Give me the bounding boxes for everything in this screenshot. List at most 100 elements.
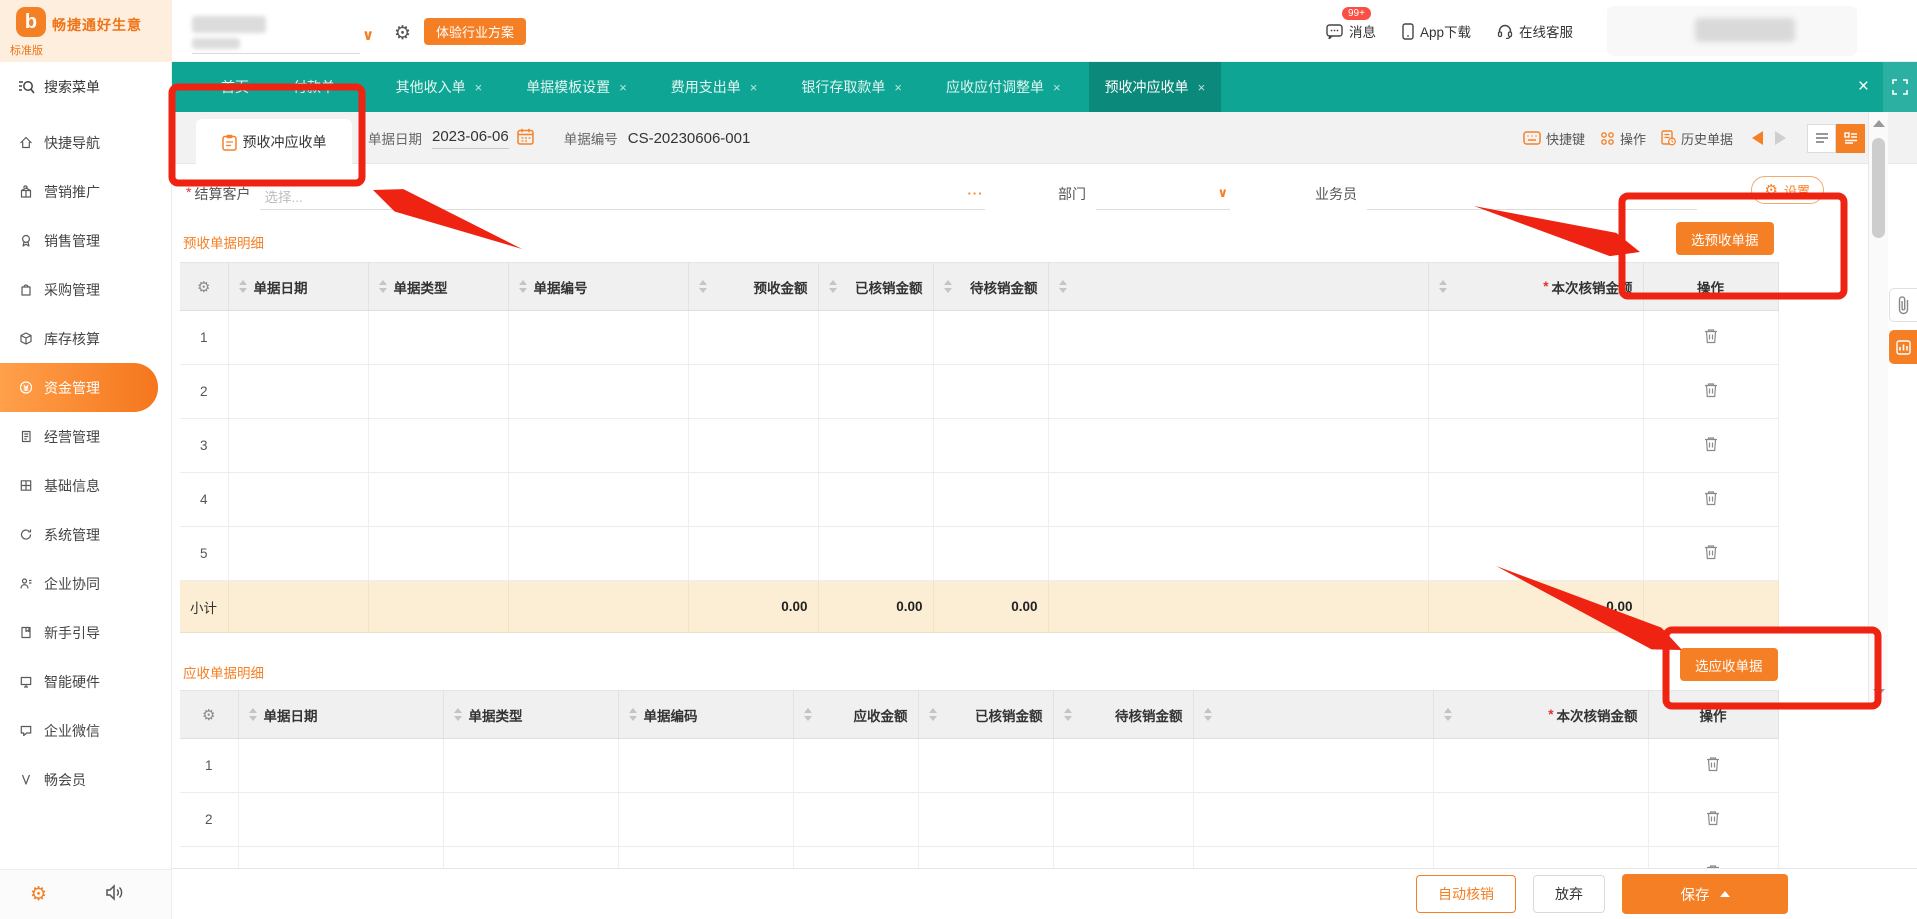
empty-cell-type[interactable] bbox=[368, 526, 509, 581]
account-dropdown-chevron-icon[interactable]: ∨ bbox=[362, 26, 374, 44]
empty-cell-pending[interactable] bbox=[933, 526, 1049, 581]
save-button[interactable]: 保存 bbox=[1622, 874, 1788, 914]
close-all-tabs-icon[interactable]: × bbox=[1858, 76, 1869, 98]
empty-cell-type[interactable] bbox=[443, 792, 619, 847]
empty-cell-date[interactable] bbox=[228, 472, 369, 527]
shortcut-keys-button[interactable]: 快捷键 bbox=[1523, 129, 1585, 148]
select-prepay-docs-button[interactable]: 选预收单据 bbox=[1676, 222, 1774, 255]
department-chevron-down-icon[interactable]: ∨ bbox=[1217, 185, 1228, 201]
sidebar-item-畅会员[interactable]: 畅会员 bbox=[0, 755, 171, 804]
scrollbar-thumb[interactable] bbox=[1872, 138, 1885, 238]
empty-cell-current[interactable] bbox=[1428, 526, 1644, 581]
sidebar-item-营销推广[interactable]: 营销推广 bbox=[0, 167, 171, 216]
empty-cell-type[interactable] bbox=[368, 310, 509, 365]
empty-cell-no[interactable] bbox=[618, 846, 794, 868]
top-settings-gear-icon[interactable]: ⚙ bbox=[394, 22, 411, 45]
empty-cell-current[interactable] bbox=[1428, 310, 1644, 365]
empty-cell-type[interactable] bbox=[368, 472, 509, 527]
empty-cell-date[interactable] bbox=[238, 792, 444, 847]
row-actions-cell[interactable] bbox=[1643, 364, 1779, 419]
column-header-gear[interactable]: ⚙ bbox=[180, 262, 229, 311]
tab-预收冲应收单[interactable]: 预收冲应收单 × bbox=[1088, 62, 1222, 112]
empty-cell-current[interactable] bbox=[1433, 738, 1649, 793]
sidebar-item-库存核算[interactable]: 库存核算 bbox=[0, 314, 171, 363]
empty-cell-amount[interactable] bbox=[793, 846, 919, 868]
row-actions-cell[interactable] bbox=[1648, 738, 1779, 793]
customer-picker-ellipsis-icon[interactable]: ··· bbox=[967, 186, 983, 201]
empty-cell-date[interactable] bbox=[228, 364, 369, 419]
empty-cell-pending[interactable] bbox=[933, 310, 1049, 365]
empty-cell-blank[interactable] bbox=[1193, 792, 1434, 847]
column-header-已核销金额[interactable]: 已核销金额 bbox=[818, 262, 934, 311]
discard-button[interactable]: 放弃 bbox=[1533, 875, 1605, 913]
empty-cell-written[interactable] bbox=[818, 472, 934, 527]
empty-cell-current[interactable] bbox=[1433, 792, 1649, 847]
detail-view-toggle[interactable] bbox=[1836, 123, 1865, 153]
sort-arrows-icon[interactable] bbox=[698, 280, 707, 293]
tab-close-icon[interactable]: × bbox=[750, 80, 758, 95]
empty-cell-written[interactable] bbox=[918, 792, 1054, 847]
sidebar-item-经营管理[interactable]: 经营管理 bbox=[0, 412, 171, 461]
scroll-down-arrow[interactable] bbox=[1873, 689, 1885, 696]
empty-cell-no[interactable] bbox=[508, 364, 689, 419]
tab-付款单[interactable]: 付款单 × bbox=[277, 62, 368, 112]
sort-arrows-icon[interactable] bbox=[1063, 708, 1072, 721]
tab-单据模板设置[interactable]: 单据模板设置 × bbox=[510, 62, 643, 112]
delete-row-trash-icon[interactable] bbox=[1706, 810, 1720, 826]
empty-cell-date[interactable] bbox=[238, 738, 444, 793]
doc-date-value[interactable]: 2023-06-06 bbox=[432, 128, 509, 149]
salesman-input[interactable]: ··· bbox=[1367, 184, 1697, 210]
sort-arrows-icon[interactable] bbox=[628, 708, 637, 721]
messages-item[interactable]: 消息 99+ bbox=[1326, 7, 1376, 41]
column-header-已核销金额[interactable]: 已核销金额 bbox=[918, 690, 1054, 739]
empty-cell-no[interactable] bbox=[508, 526, 689, 581]
trial-plan-button[interactable]: 体验行业方案 bbox=[424, 18, 527, 45]
sidebar-item-企业微信[interactable]: 企业微信 bbox=[0, 706, 171, 755]
delete-row-trash-icon[interactable] bbox=[1704, 436, 1718, 452]
tab-银行存取款单[interactable]: 银行存取款单 × bbox=[785, 62, 918, 112]
column-header-单据类型[interactable]: 单据类型 bbox=[368, 262, 509, 311]
row-actions-cell[interactable] bbox=[1648, 846, 1779, 868]
tab-close-icon[interactable]: × bbox=[894, 80, 902, 95]
empty-cell-blank[interactable] bbox=[1048, 472, 1429, 527]
sidebar-item-采购管理[interactable]: 采购管理 bbox=[0, 265, 171, 314]
scroll-up-arrow[interactable] bbox=[1873, 120, 1885, 127]
column-settings-button[interactable]: ⚙ 设置 bbox=[1750, 176, 1824, 204]
column-header-待核销金额[interactable]: 待核销金额 bbox=[1053, 690, 1194, 739]
column-header-blank[interactable] bbox=[1193, 690, 1434, 739]
column-header-单据类型[interactable]: 单据类型 bbox=[443, 690, 619, 739]
column-header-单据日期[interactable]: 单据日期 bbox=[228, 262, 369, 311]
tab-应收应付调整单[interactable]: 应收应付调整单 × bbox=[930, 62, 1077, 112]
empty-cell-written[interactable] bbox=[918, 738, 1054, 793]
sort-arrows-icon[interactable] bbox=[378, 280, 387, 293]
empty-cell-type[interactable] bbox=[368, 418, 509, 473]
empty-cell-current[interactable] bbox=[1433, 846, 1649, 868]
empty-cell-no[interactable] bbox=[508, 472, 689, 527]
sort-arrows-icon[interactable] bbox=[248, 708, 257, 721]
empty-cell-amount[interactable] bbox=[688, 472, 819, 527]
sort-arrows-icon[interactable] bbox=[943, 280, 952, 293]
tab-close-icon[interactable]: × bbox=[619, 80, 627, 95]
tab-费用支出单[interactable]: 费用支出单 × bbox=[655, 62, 774, 112]
tab-close-icon[interactable]: × bbox=[344, 80, 352, 95]
empty-cell-no[interactable] bbox=[508, 310, 689, 365]
empty-cell-no[interactable] bbox=[508, 418, 689, 473]
history-documents-button[interactable]: 历史单据 bbox=[1661, 129, 1733, 148]
column-config-gear-icon[interactable]: ⚙ bbox=[197, 279, 210, 296]
delete-row-trash-icon[interactable] bbox=[1704, 544, 1718, 560]
column-header-应收金额[interactable]: 应收金额 bbox=[793, 690, 919, 739]
sidebar-item-search-menu[interactable]: 搜索菜单 bbox=[0, 62, 171, 112]
sidebar-item-智能硬件[interactable]: 智能硬件 bbox=[0, 657, 171, 706]
empty-cell-written[interactable] bbox=[818, 310, 934, 365]
empty-cell-current[interactable] bbox=[1428, 364, 1644, 419]
list-view-toggle[interactable] bbox=[1807, 123, 1836, 153]
sidebar-item-新手引导[interactable]: 新手引导 bbox=[0, 608, 171, 657]
announcement-speaker-icon[interactable] bbox=[105, 883, 124, 906]
empty-cell-blank[interactable] bbox=[1193, 846, 1434, 868]
empty-cell-type[interactable] bbox=[368, 364, 509, 419]
empty-cell-type[interactable] bbox=[443, 738, 619, 793]
select-receivable-docs-button[interactable]: 选应收单据 bbox=[1680, 648, 1778, 681]
sort-arrows-icon[interactable] bbox=[518, 280, 527, 293]
sort-arrows-icon[interactable] bbox=[803, 708, 812, 721]
sort-arrows-icon[interactable] bbox=[1058, 280, 1067, 293]
